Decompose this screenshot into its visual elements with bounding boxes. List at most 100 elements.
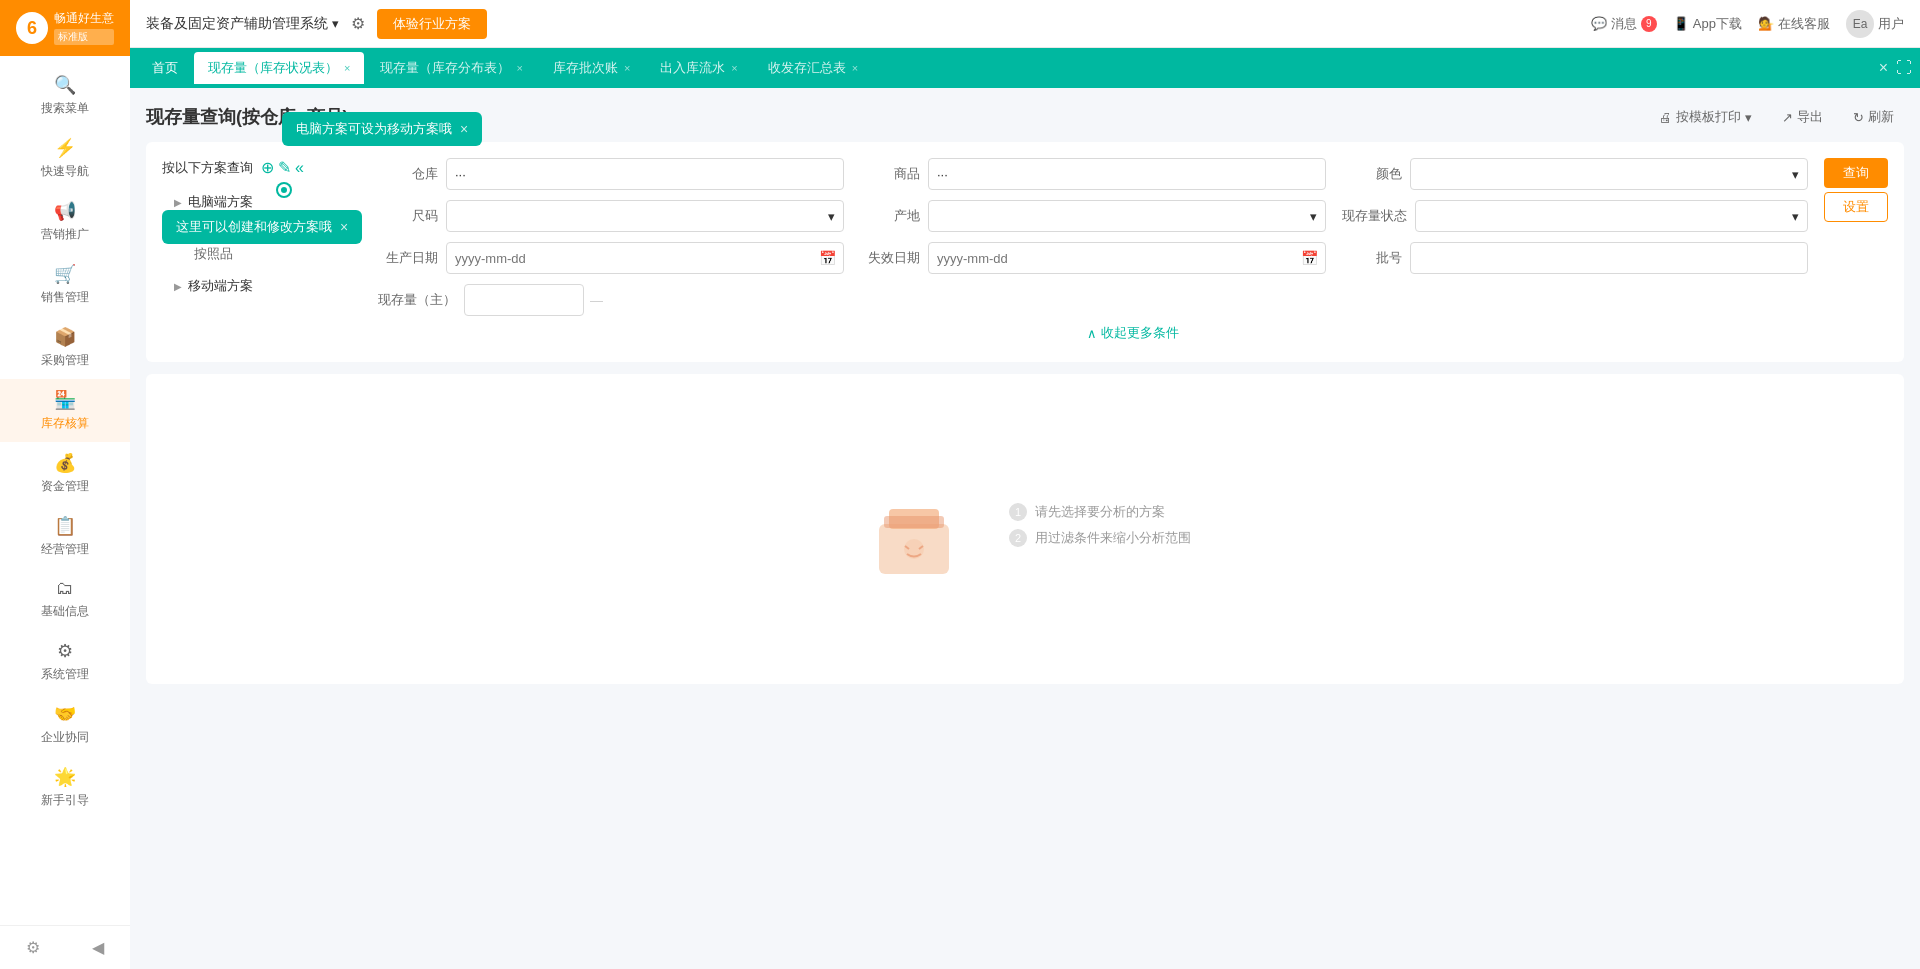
trial-button[interactable]: 体验行业方案 <box>377 9 487 39</box>
sidebar-item-search[interactable]: 🔍 搜索菜单 <box>0 64 130 127</box>
message-badge: 9 <box>1641 16 1657 32</box>
sidebar-item-stock[interactable]: 🏪 库存核算 <box>0 379 130 442</box>
scheme-panel: 按以下方案查询 ⊕ ✎ « 电脑方案可设为移动方案哦 × <box>162 158 362 346</box>
sidebar-settings-btn[interactable]: ⚙ <box>26 938 40 957</box>
goods-label: 商品 <box>860 165 920 183</box>
mobile-scheme-header[interactable]: ▶ 移动端方案 <box>166 273 362 299</box>
tab-inout-flow[interactable]: 出入库流水 × <box>646 52 751 84</box>
stock-status-select[interactable]: ▾ <box>1415 200 1808 232</box>
message-item[interactable]: 💬 消息 9 <box>1591 15 1657 33</box>
desktop-chevron-icon: ▶ <box>174 197 182 208</box>
stock-status-dropdown-icon: ▾ <box>1792 209 1799 224</box>
sidebar-item-operation[interactable]: 📋 经营管理 <box>0 505 130 568</box>
tab-close-recv-summary[interactable]: × <box>852 62 858 74</box>
expire-date-start-input[interactable] <box>928 242 1326 274</box>
tooltip1-close[interactable]: × <box>460 121 468 137</box>
export-btn[interactable]: ↗ 导出 <box>1772 104 1833 130</box>
refresh-btn[interactable]: ↻ 刷新 <box>1843 104 1904 130</box>
edit-scheme-btn[interactable]: ✎ <box>278 158 291 177</box>
tab-close-stock-status[interactable]: × <box>344 62 350 74</box>
sidebar-item-sales[interactable]: 🛒 销售管理 <box>0 253 130 316</box>
tab-close-stock-dist[interactable]: × <box>516 62 522 74</box>
filter-stock-status: 现存量状态 ▾ <box>1342 200 1808 232</box>
top-header: 装备及固定资产辅助管理系统 ▾ ⚙ 体验行业方案 💬 消息 9 📱 App下载 … <box>130 0 1920 48</box>
sidebar-item-base[interactable]: 🗂 基础信息 <box>0 568 130 630</box>
online-service-item[interactable]: 💁 在线客服 <box>1758 15 1830 33</box>
collapse-label: 收起更多条件 <box>1101 324 1179 342</box>
svg-rect-2 <box>884 516 944 528</box>
stock-qty-min-input[interactable] <box>464 284 584 316</box>
sidebar-item-purchase[interactable]: 📦 采购管理 <box>0 316 130 379</box>
tab-bar: 首页 现存量（库存状况表） × 现存量（库存分布表） × 库存批次账 × 出入库… <box>130 48 1920 88</box>
sidebar-item-base-label: 基础信息 <box>41 603 89 620</box>
tab-recv-summary[interactable]: 收发存汇总表 × <box>754 52 872 84</box>
back-scheme-btn[interactable]: « <box>295 159 304 177</box>
system-name-dropdown[interactable]: 装备及固定资产辅助管理系统 ▾ <box>146 15 339 33</box>
sidebar-item-guide[interactable]: 🌟 新手引导 <box>0 756 130 819</box>
dropdown-icon: ▾ <box>332 16 339 31</box>
tab-fullscreen-btn[interactable]: ⛶ <box>1896 59 1912 77</box>
export-icon: ↗ <box>1782 110 1793 125</box>
warehouse-select[interactable]: ··· <box>446 158 844 190</box>
size-select[interactable]: ▾ <box>446 200 844 232</box>
sidebar-item-marketing[interactable]: 📢 营销推广 <box>0 190 130 253</box>
filter-goods: 商品 ··· <box>860 158 1326 190</box>
collab-icon: 🤝 <box>54 703 76 725</box>
search-header: 按以下方案查询 ⊕ ✎ « <box>162 158 362 177</box>
print-dropdown-icon: ▾ <box>1745 110 1752 125</box>
sidebar-nav: 🔍 搜索菜单 ⚡ 快速导航 📢 营销推广 🛒 销售管理 📦 采购管理 🏪 库存核… <box>0 56 130 925</box>
sidebar-collapse-btn[interactable]: ◀ <box>92 938 104 957</box>
goods-select[interactable]: ··· <box>928 158 1326 190</box>
empty-steps: 1 请先选择要分析的方案 2 用过滤条件来缩小分析范围 <box>1009 503 1191 555</box>
tab-close-inout-flow[interactable]: × <box>731 62 737 74</box>
batch-input[interactable] <box>1410 242 1808 274</box>
prod-date-start-input[interactable] <box>446 242 844 274</box>
set-button[interactable]: 设置 <box>1824 192 1888 222</box>
batch-label: 批号 <box>1342 249 1402 267</box>
tab-home[interactable]: 首页 <box>138 52 192 84</box>
content-area: 现存量查询(按仓库+商品) 🖨 按模板打印 ▾ ↗ 导出 ↻ 刷新 <box>130 88 1920 969</box>
sidebar-item-stock-label: 库存核算 <box>41 415 89 432</box>
add-scheme-btn[interactable]: ⊕ <box>261 158 274 177</box>
tab-stock-dist[interactable]: 现存量（库存分布表） × <box>366 52 536 84</box>
query-button[interactable]: 查询 <box>1824 158 1888 188</box>
logo-title: 畅通好生意 <box>54 11 114 27</box>
filter-color: 颜色 ▾ <box>1342 158 1808 190</box>
warehouse-label: 仓库 <box>378 165 438 183</box>
sidebar-item-system[interactable]: ⚙ 系统管理 <box>0 630 130 693</box>
stock-qty-label: 现存量（主） <box>378 291 456 309</box>
scheme-item-2[interactable]: 按照品 <box>166 241 362 267</box>
sidebar-item-search-label: 搜索菜单 <box>41 100 89 117</box>
logo-icon: 6 <box>16 12 48 44</box>
tab-close-stock-batch[interactable]: × <box>624 62 630 74</box>
tab-stock-status[interactable]: 现存量（库存状况表） × <box>194 52 364 84</box>
sidebar-item-quick[interactable]: ⚡ 快速导航 <box>0 127 130 190</box>
collapse-arrow-icon: ∧ <box>1087 326 1097 341</box>
app-download-label: App下载 <box>1693 15 1742 33</box>
mobile-scheme-label: 移动端方案 <box>188 277 253 295</box>
tooltip2-close[interactable]: × <box>340 219 348 235</box>
app-download-item[interactable]: 📱 App下载 <box>1673 15 1742 33</box>
collapse-btn[interactable]: ∧ 收起更多条件 <box>378 316 1888 346</box>
sidebar-item-system-label: 系统管理 <box>41 666 89 683</box>
sidebar-item-finance[interactable]: 💰 资金管理 <box>0 442 130 505</box>
origin-select[interactable]: ▾ <box>928 200 1326 232</box>
finance-icon: 💰 <box>54 452 76 474</box>
sidebar: 6 畅通好生意 标准版 🔍 搜索菜单 ⚡ 快速导航 📢 营销推广 🛒 销售管理 … <box>0 0 130 969</box>
filter-origin: 产地 ▾ <box>860 200 1326 232</box>
color-select[interactable]: ▾ <box>1410 158 1808 190</box>
sidebar-item-collab[interactable]: 🤝 企业协同 <box>0 693 130 756</box>
user-label: 用户 <box>1878 15 1904 33</box>
sidebar-item-finance-label: 资金管理 <box>41 478 89 495</box>
search-panel: 按以下方案查询 ⊕ ✎ « 电脑方案可设为移动方案哦 × <box>146 142 1904 362</box>
color-dropdown-icon: ▾ <box>1792 167 1799 182</box>
marketing-icon: 📢 <box>54 200 76 222</box>
tab-stock-batch[interactable]: 库存批次账 × <box>539 52 644 84</box>
tab-close-all-btn[interactable]: × <box>1879 59 1888 77</box>
base-icon: 🗂 <box>56 578 74 599</box>
print-btn[interactable]: 🖨 按模板打印 ▾ <box>1649 104 1762 130</box>
stock-icon: 🏪 <box>54 389 76 411</box>
user-item[interactable]: Ea 用户 <box>1846 10 1904 38</box>
sales-icon: 🛒 <box>54 263 76 285</box>
header-settings-btn[interactable]: ⚙ <box>351 14 365 33</box>
